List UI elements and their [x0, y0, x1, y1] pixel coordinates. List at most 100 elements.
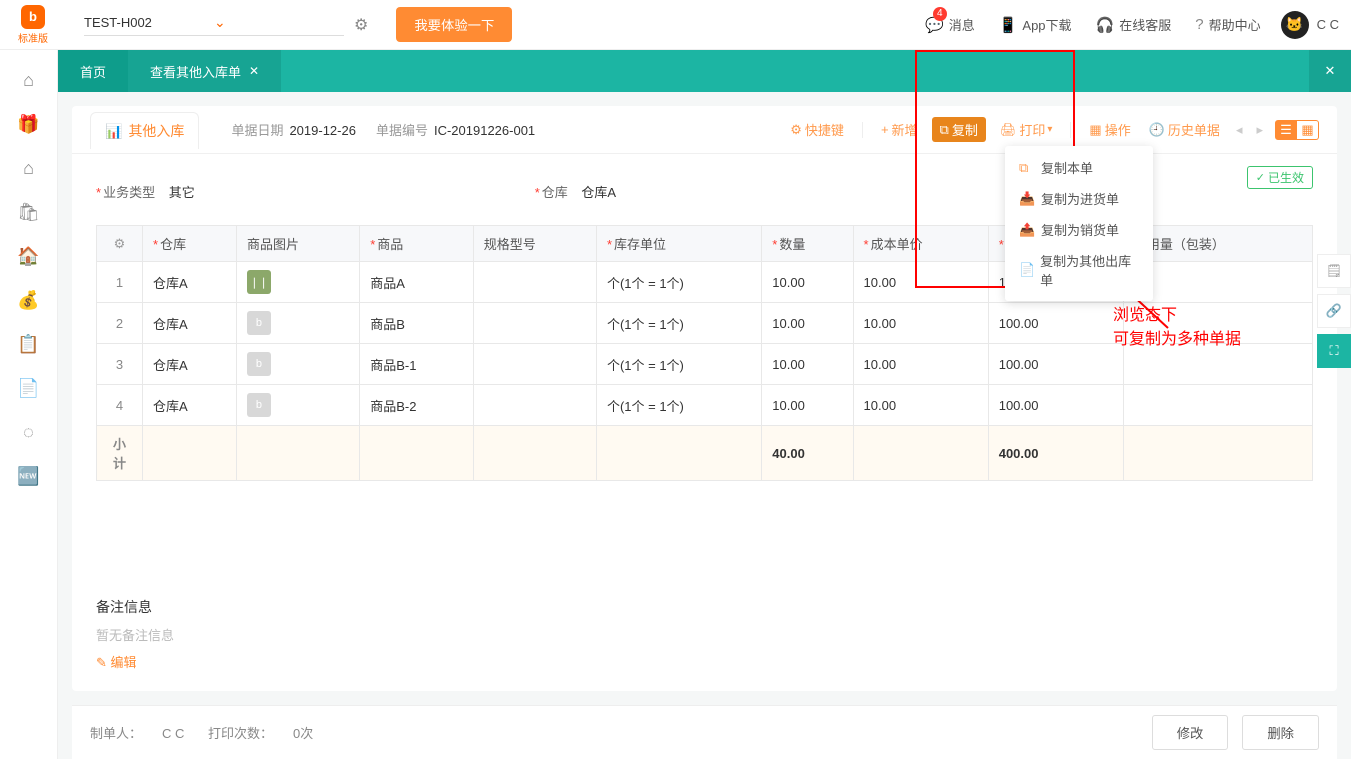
print-icon: 🖨 [1000, 122, 1017, 138]
status-badge: 已生效 [1247, 166, 1313, 189]
shortcut-button[interactable]: ⚙快捷键 [786, 118, 848, 141]
doc-header: 📊 其他入库 单据日期2019-12-26 单据编号IC-20191226-00… [72, 106, 1337, 154]
nav-home-icon[interactable]: ⌂ [9, 60, 49, 100]
close-icon[interactable]: ✕ [249, 64, 259, 78]
view-toggle: ☰ ▦ [1275, 120, 1319, 140]
edit-remark-button[interactable]: 编辑 [96, 655, 137, 670]
dd-copy-purchase[interactable]: 📥复制为进货单 [1005, 183, 1153, 214]
th-spec: 规格型号 [473, 226, 596, 262]
org-name: TEST-H002 [84, 15, 214, 30]
org-selector[interactable]: TEST-H002 ⌄ [84, 14, 344, 36]
remark-title: 备注信息 [96, 597, 1313, 617]
phone-icon: 📱 [999, 16, 1018, 34]
help-icon: ? [1195, 16, 1203, 33]
logo-icon: b [21, 5, 45, 29]
doc-number: 单据编号IC-20191226-001 [376, 120, 535, 139]
modify-button[interactable]: 修改 [1152, 715, 1229, 750]
rail-link-icon[interactable]: 🔗 [1317, 294, 1351, 328]
new-button[interactable]: +新增 [877, 118, 922, 141]
plus-icon: + [881, 122, 889, 137]
footer: 制单人：C C 打印次数：0次 修改 删除 [72, 705, 1337, 759]
field-biztype: *业务类型 其它 [96, 182, 195, 201]
th-product: *商品 [360, 226, 473, 262]
nav-money-icon[interactable]: 💰 [9, 280, 49, 320]
right-rail: 🗒 🔗 ⛶ [1317, 254, 1351, 368]
logo[interactable]: b 标准版 [12, 5, 54, 45]
headset-icon: 🎧 [1096, 16, 1115, 34]
chevron-down-icon: ▾ [1047, 124, 1052, 135]
remark-section: 备注信息 暂无备注信息 编辑 [72, 583, 1337, 685]
tab-home[interactable]: 首页 [58, 50, 128, 92]
view-grid-icon[interactable]: ▦ [1297, 120, 1319, 140]
table-row[interactable]: 4 仓库A b 商品B-2 个(1个 = 1个) 10.00 10.00 100… [97, 385, 1313, 426]
history-icon: 🕘 [1149, 122, 1165, 138]
messages-link[interactable]: 💬 消息 4 [925, 15, 975, 34]
doc-title-tab: 📊 其他入库 [90, 112, 199, 149]
avatar[interactable]: 🐱 [1281, 11, 1309, 39]
th-qty: *数量 [762, 226, 853, 262]
annotation-text: 浏览态下 可复制为多种单据 [1113, 304, 1241, 352]
next-doc-icon[interactable]: ▸ [1254, 122, 1265, 138]
tab-active[interactable]: 查看其他入库单 ✕ [128, 50, 281, 92]
nav-warehouse-icon[interactable]: 🏠 [9, 236, 49, 276]
document-page: 📊 其他入库 单据日期2019-12-26 单据编号IC-20191226-00… [72, 106, 1337, 691]
inbox-icon: 📥 [1019, 191, 1037, 207]
outbox-icon: 📤 [1019, 222, 1037, 238]
dd-copy-this[interactable]: ⧉复制本单 [1005, 152, 1153, 183]
dd-copy-sale[interactable]: 📤复制为销货单 [1005, 214, 1153, 245]
product-image-icon: b [247, 352, 271, 376]
head-actions: ⚙快捷键 +新增 ⧉复制 🖨打印▾ ▦操作 🕘历史单据 ◂ ▸ ☰ ▦ [786, 117, 1319, 142]
nav-report-icon[interactable]: 📄 [9, 368, 49, 408]
sidebar: ⌂ 🎁 ⌂ 🛍 🏠 💰 📋 📄 ◌ 🆕 [0, 50, 58, 759]
copy-icon: ⧉ [1019, 160, 1037, 176]
view-list-icon[interactable]: ☰ [1275, 120, 1297, 140]
nav-house-icon[interactable]: ⌂ [9, 148, 49, 188]
username: C C [1317, 17, 1339, 32]
rail-note-icon[interactable]: 🗒 [1317, 254, 1351, 288]
gear-icon[interactable]: ⚙ [354, 15, 368, 35]
topbar: b 标准版 TEST-H002 ⌄ ⚙ 我要体验一下 💬 消息 4 📱 App下… [0, 0, 1351, 50]
nav-new-icon[interactable]: 🆕 [9, 456, 49, 496]
chevron-down-icon: ⌄ [214, 14, 344, 31]
product-image-icon: b [247, 311, 271, 335]
print-button[interactable]: 🖨打印▾ [996, 118, 1057, 141]
gear-icon: ⚙ [790, 122, 802, 138]
field-warehouse: *仓库 仓库A [535, 182, 616, 201]
th-price: *成本单价 [853, 226, 988, 262]
remark-empty: 暂无备注信息 [96, 625, 1313, 644]
help-link[interactable]: ? 帮助中心 [1195, 15, 1260, 34]
copy-dropdown: ⧉复制本单 📥复制为进货单 📤复制为销货单 📄复制为其他出库单 [1005, 146, 1153, 301]
doc-date: 单据日期2019-12-26 [231, 120, 356, 139]
doc-icon: 📄 [1019, 262, 1036, 278]
app-download-link[interactable]: 📱 App下载 [999, 15, 1072, 34]
th-gear[interactable]: ⚙ [97, 226, 143, 262]
nav-bag-icon[interactable]: 🛍 [9, 192, 49, 232]
tabs-bar: 首页 查看其他入库单 ✕ ✕ [58, 50, 1351, 92]
nav-gift-icon[interactable]: 🎁 [9, 104, 49, 144]
copy-icon: ⧉ [940, 122, 949, 138]
message-badge: 4 [933, 7, 947, 21]
th-unit: *库存单位 [596, 226, 761, 262]
nav-clipboard-icon[interactable]: 📋 [9, 324, 49, 364]
th-warehouse: *仓库 [143, 226, 237, 262]
copy-button[interactable]: ⧉复制 [932, 117, 986, 142]
tabs-close-all[interactable]: ✕ [1309, 50, 1351, 92]
trial-button[interactable]: 我要体验一下 [396, 7, 512, 42]
service-link[interactable]: 🎧 在线客服 [1096, 15, 1172, 34]
footer-info: 制单人：C C 打印次数：0次 [90, 723, 313, 742]
grid-icon: ▦ [1089, 122, 1101, 138]
main: 首页 查看其他入库单 ✕ ✕ 📊 其他入库 单据日期2019-12-26 [58, 50, 1351, 759]
product-image-icon: b [247, 393, 271, 417]
ops-button[interactable]: ▦操作 [1085, 118, 1134, 141]
product-image-icon: ❘❘ [247, 270, 271, 294]
subtotal-row: 小计40.00400.00 [97, 426, 1313, 481]
logo-text: 标准版 [18, 30, 48, 45]
doc-icon: 📊 [105, 123, 122, 140]
delete-button[interactable]: 删除 [1242, 715, 1319, 750]
nav-sync-icon[interactable]: ◌ [9, 412, 49, 452]
prev-doc-icon[interactable]: ◂ [1234, 122, 1245, 138]
history-button[interactable]: 🕘历史单据 [1145, 118, 1224, 141]
dd-copy-other-out[interactable]: 📄复制为其他出库单 [1005, 245, 1153, 295]
rail-expand-icon[interactable]: ⛶ [1317, 334, 1351, 368]
th-image: 商品图片 [236, 226, 359, 262]
